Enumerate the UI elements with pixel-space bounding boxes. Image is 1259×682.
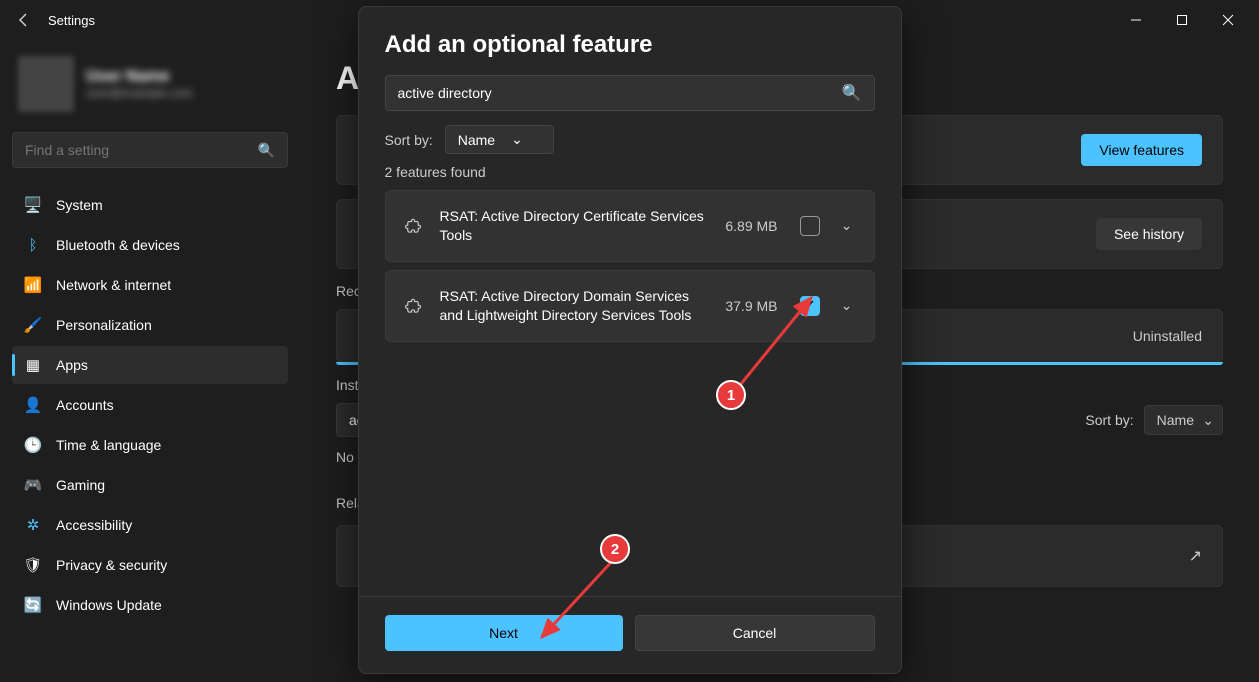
features-found-text: 2 features found bbox=[385, 164, 875, 180]
feature-size: 37.9 MB bbox=[725, 298, 777, 314]
feature-row[interactable]: RSAT: Active Directory Domain Services a… bbox=[385, 270, 875, 342]
feature-search[interactable]: 🔍 bbox=[385, 75, 875, 111]
dialog-sort-select[interactable]: Name ⌄ bbox=[445, 125, 554, 154]
next-button[interactable]: Next bbox=[385, 615, 623, 651]
feature-name: RSAT: Active Directory Domain Services a… bbox=[440, 287, 710, 325]
dialog-sort-value: Name bbox=[458, 132, 495, 148]
feature-row[interactable]: RSAT: Active Directory Certificate Servi… bbox=[385, 190, 875, 262]
dialog-overlay: Add an optional feature 🔍 Sort by: Name … bbox=[0, 0, 1259, 682]
expand-button[interactable]: ⌄ bbox=[836, 217, 858, 234]
cancel-button[interactable]: Cancel bbox=[635, 615, 875, 651]
extension-icon bbox=[402, 217, 424, 235]
feature-name: RSAT: Active Directory Certificate Servi… bbox=[440, 207, 710, 245]
add-feature-dialog: Add an optional feature 🔍 Sort by: Name … bbox=[358, 6, 902, 674]
expand-button[interactable]: ⌄ bbox=[836, 297, 858, 314]
feature-search-input[interactable] bbox=[398, 85, 842, 101]
extension-icon bbox=[402, 297, 424, 315]
feature-size: 6.89 MB bbox=[725, 218, 777, 234]
chevron-down-icon: ⌄ bbox=[511, 131, 523, 148]
feature-checkbox[interactable] bbox=[800, 216, 820, 236]
dialog-title: Add an optional feature bbox=[385, 31, 875, 59]
dialog-footer: Next Cancel bbox=[359, 596, 901, 673]
dialog-sort-label: Sort by: bbox=[385, 132, 433, 148]
feature-checkbox[interactable]: ✓ bbox=[800, 296, 820, 316]
search-icon[interactable]: 🔍 bbox=[842, 83, 862, 103]
